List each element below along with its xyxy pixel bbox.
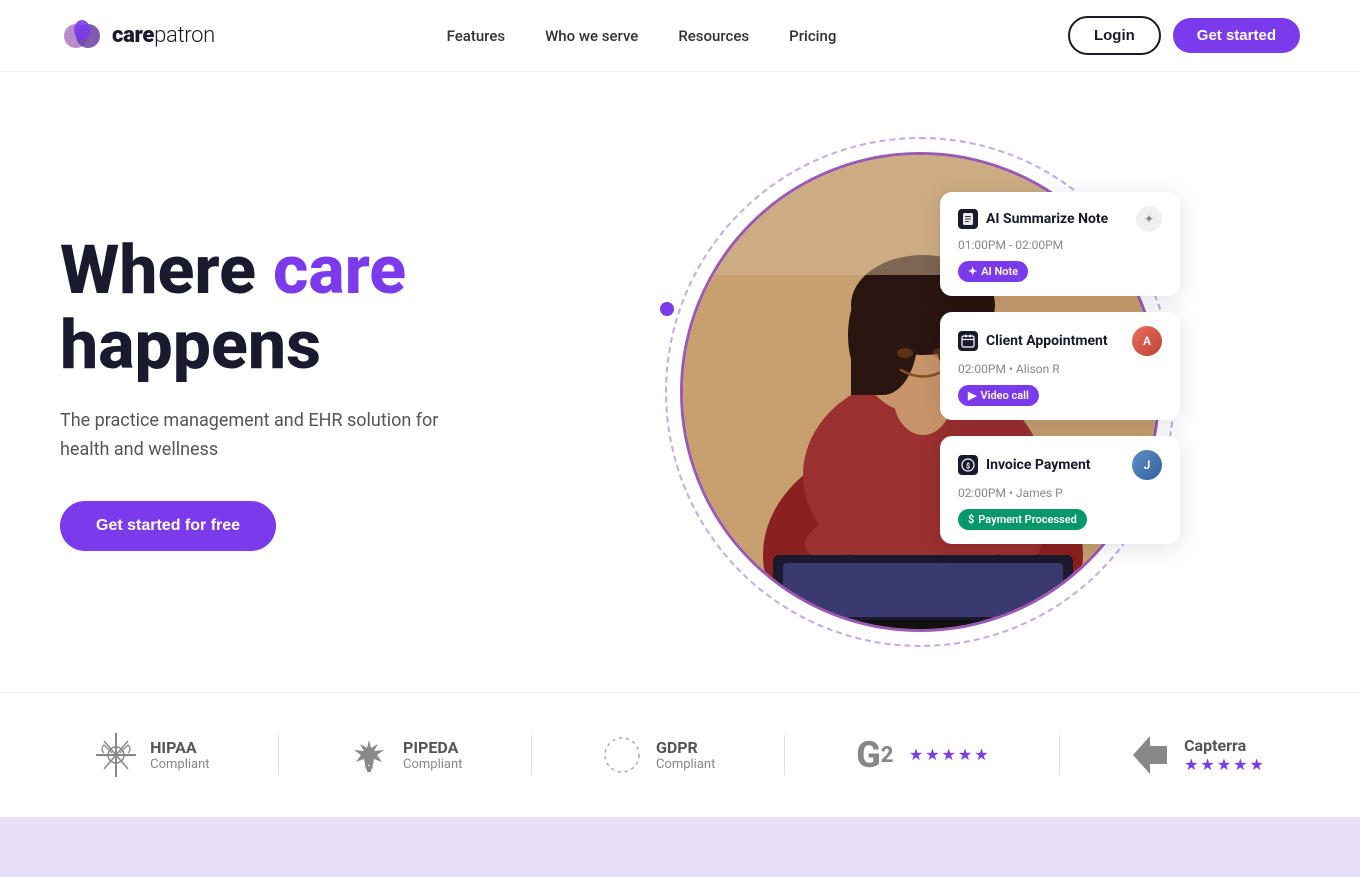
logo-text: carepatron (112, 23, 215, 48)
gdpr-sub: Compliant (656, 757, 715, 773)
card-client-appointment: Client Appointment A 02:00PM • Alison R … (940, 312, 1180, 420)
divider-4 (1059, 735, 1060, 775)
pipeda-icon (347, 733, 391, 777)
capterra-text: Capterra ★★★★★ (1184, 736, 1266, 774)
gdpr-name: GDPR (656, 738, 715, 757)
g2-stars: ★★★★★ (909, 745, 991, 764)
gdpr-text: GDPR Compliant (656, 738, 715, 773)
invoice-avatar: J (1132, 450, 1162, 480)
trust-gdpr: GDPR Compliant (600, 733, 715, 777)
login-button[interactable]: Login (1068, 16, 1161, 55)
hero-title-part1: Where care (60, 230, 406, 310)
purple-dot (660, 302, 674, 316)
trust-g2: G2 ★★★★★ (853, 733, 991, 777)
invoice-title: Invoice Payment (986, 457, 1091, 473)
trust-bar: HIPAA Compliant PIPEDA Compliant GDPR Co… (0, 692, 1360, 817)
divider-1 (278, 735, 279, 775)
appt-title: Client Appointment (986, 333, 1108, 349)
float-cards: AI Summarize Note ✦ 01:00PM - 02:00PM ✦ … (940, 192, 1180, 544)
nav-item-features[interactable]: Features (447, 26, 505, 45)
ai-note-badge: ✦ AI Note (958, 261, 1028, 282)
svg-text:$: $ (966, 463, 970, 471)
card-invoice-title-row: $ Invoice Payment (958, 455, 1091, 475)
hero-title: Where care happens (60, 233, 540, 383)
card-invoice-header: $ Invoice Payment J (958, 450, 1162, 480)
invoice-time: 02:00PM • James P (958, 486, 1162, 500)
pipeda-text: PIPEDA Compliant (403, 738, 462, 773)
trust-pipeda: PIPEDA Compliant (347, 733, 462, 777)
ai-note-icon (958, 209, 978, 229)
card-ai-title-row: AI Summarize Note (958, 209, 1108, 229)
card-appt-header: Client Appointment A (958, 326, 1162, 356)
hero-left: Where care happens The practice manageme… (60, 233, 540, 550)
footer-bar (0, 817, 1360, 877)
invoice-badge: $ Payment Processed (958, 509, 1087, 530)
hero-subtitle: The practice management and EHR solution… (60, 407, 440, 465)
hero-visual: AI Summarize Note ✦ 01:00PM - 02:00PM ✦ … (680, 152, 1160, 632)
hero-accent: care (273, 230, 406, 310)
hipaa-text: HIPAA Compliant (150, 738, 209, 773)
hipaa-sub: Compliant (150, 757, 209, 773)
logo-icon (60, 14, 104, 58)
trust-hipaa: HIPAA Compliant (94, 733, 209, 777)
ai-note-title: AI Summarize Note (986, 211, 1108, 227)
nav-item-who-we-serve[interactable]: Who we serve (545, 26, 638, 45)
nav-item-resources[interactable]: Resources (678, 26, 749, 45)
navbar: carepatron Features Who we serve Resourc… (0, 0, 1360, 72)
capterra-icon (1128, 733, 1172, 777)
hero-title-part2: happens (60, 305, 321, 385)
divider-3 (784, 735, 785, 775)
gdpr-icon (600, 733, 644, 777)
trust-capterra: Capterra ★★★★★ (1128, 733, 1266, 777)
appt-time: 02:00PM • Alison R (958, 362, 1162, 376)
card-ai-header: AI Summarize Note ✦ (958, 206, 1162, 232)
g2-text: ★★★★★ (909, 745, 991, 764)
invoice-icon: $ (958, 455, 978, 475)
pipeda-sub: Compliant (403, 757, 462, 773)
hero-cta-button[interactable]: Get started for free (60, 501, 276, 551)
g2-icon: G2 (853, 733, 897, 777)
appt-icon (958, 331, 978, 351)
divider-2 (531, 735, 532, 775)
appt-avatar: A (1132, 326, 1162, 356)
hipaa-icon (94, 733, 138, 777)
appt-badge: ▶ Video call (958, 385, 1039, 406)
ai-note-time: 01:00PM - 02:00PM (958, 238, 1162, 252)
card-invoice-payment: $ Invoice Payment J 02:00PM • James P $ … (940, 436, 1180, 544)
nav-actions: Login Get started (1068, 16, 1300, 55)
pipeda-name: PIPEDA (403, 738, 462, 757)
card-appt-title-row: Client Appointment (958, 331, 1108, 351)
capterra-stars: ★★★★★ (1184, 755, 1266, 774)
hero-section: Where care happens The practice manageme… (0, 72, 1360, 692)
nav-item-pricing[interactable]: Pricing (789, 26, 836, 45)
hipaa-name: HIPAA (150, 738, 209, 757)
capterra-name: Capterra (1184, 736, 1266, 755)
hero-right: AI Summarize Note ✦ 01:00PM - 02:00PM ✦ … (540, 132, 1300, 652)
nav-links: Features Who we serve Resources Pricing (447, 26, 837, 45)
logo[interactable]: carepatron (60, 14, 215, 58)
get-started-button[interactable]: Get started (1173, 18, 1300, 53)
card-ai-note: AI Summarize Note ✦ 01:00PM - 02:00PM ✦ … (940, 192, 1180, 296)
ai-note-menu: ✦ (1136, 206, 1162, 232)
